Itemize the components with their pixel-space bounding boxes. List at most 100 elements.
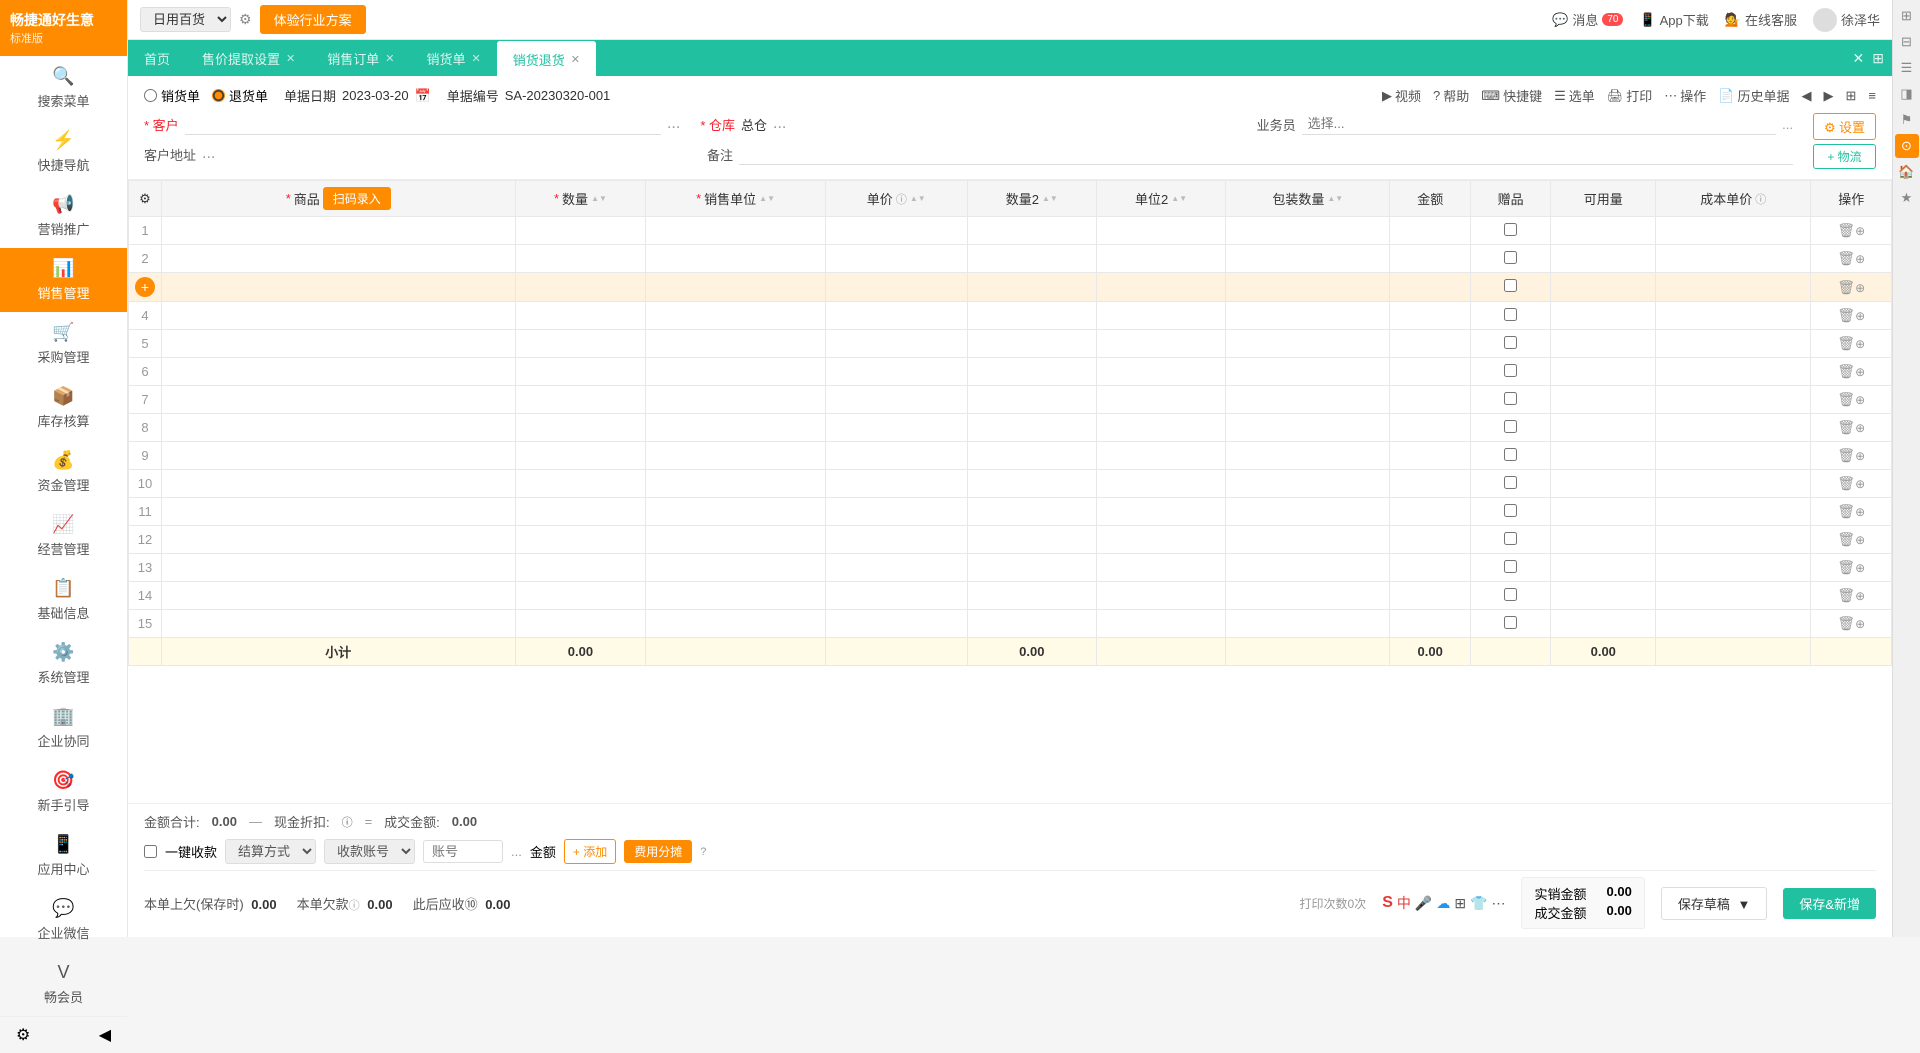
cell-data[interactable] — [1226, 217, 1390, 245]
cell-gift[interactable] — [1470, 582, 1550, 610]
cell-data[interactable] — [1551, 498, 1656, 526]
delete-row-button[interactable]: 🗑 — [1837, 250, 1855, 267]
cell-data[interactable] — [825, 386, 967, 414]
print-btn[interactable]: 🖨 打印 — [1607, 86, 1653, 105]
customer-picker-icon[interactable]: ... — [667, 115, 680, 133]
delete-row-button[interactable]: 🗑 — [1837, 391, 1855, 408]
cell-product[interactable] — [162, 273, 516, 302]
cell-data[interactable] — [825, 526, 967, 554]
customer-input[interactable] — [185, 113, 661, 135]
cell-data[interactable] — [515, 302, 646, 330]
cell-data[interactable] — [515, 273, 646, 302]
gift-checkbox[interactable] — [1504, 251, 1517, 264]
cell-data[interactable] — [515, 386, 646, 414]
shortcut-btn[interactable]: ⌨ 快捷键 — [1481, 86, 1542, 105]
scan-button[interactable]: 扫码录入 — [323, 187, 391, 210]
cost-info-icon[interactable]: ⓘ — [1755, 191, 1766, 207]
cell-data[interactable] — [646, 470, 825, 498]
trial-button[interactable]: 体验行业方案 — [260, 5, 366, 34]
copy-row-button[interactable]: ⊕ — [1855, 224, 1865, 238]
cell-data[interactable] — [1226, 414, 1390, 442]
cell-data[interactable] — [646, 273, 825, 302]
tab-sales-order[interactable]: 销售订单 ✕ — [311, 40, 410, 76]
cell-data[interactable] — [1551, 470, 1656, 498]
save-draft-button[interactable]: 保存草稿 ▼ — [1661, 887, 1768, 920]
cell-data[interactable] — [1390, 498, 1470, 526]
cell-data[interactable] — [1096, 526, 1225, 554]
cell-data[interactable] — [1226, 610, 1390, 638]
note-input[interactable] — [739, 143, 1793, 165]
cell-data[interactable] — [1096, 217, 1225, 245]
cell-data[interactable] — [825, 302, 967, 330]
cell-data[interactable] — [1656, 217, 1811, 245]
cell-data[interactable] — [1390, 470, 1470, 498]
cell-data[interactable] — [646, 414, 825, 442]
rs-icon-5[interactable]: ⚑ — [1895, 108, 1919, 132]
cell-product[interactable] — [162, 330, 516, 358]
cell-data[interactable] — [825, 498, 967, 526]
calc-method-dropdown[interactable]: 结算方式 — [225, 839, 316, 864]
cell-data[interactable] — [515, 554, 646, 582]
cell-data[interactable] — [515, 470, 646, 498]
cell-data[interactable] — [1551, 442, 1656, 470]
sidebar-item-shortcut[interactable]: ⚡ 快捷导航 — [0, 120, 127, 184]
cell-data[interactable] — [1096, 273, 1225, 302]
cell-data[interactable] — [515, 610, 646, 638]
cell-product[interactable] — [162, 582, 516, 610]
cell-product[interactable] — [162, 386, 516, 414]
gift-checkbox[interactable] — [1504, 588, 1517, 601]
cell-data[interactable] — [967, 330, 1096, 358]
account-input[interactable] — [423, 840, 503, 863]
tab-close-sales-delivery[interactable]: ✕ — [472, 52, 481, 65]
account-dropdown[interactable]: 收款账号 — [324, 839, 415, 864]
cell-data[interactable] — [1096, 414, 1225, 442]
cell-product[interactable] — [162, 358, 516, 386]
cell-product[interactable] — [162, 498, 516, 526]
sidebar-item-wechat[interactable]: 💬 企业微信 — [0, 888, 127, 952]
cell-data[interactable] — [646, 442, 825, 470]
split-help-icon[interactable]: ? — [700, 846, 706, 858]
cell-data[interactable] — [1390, 358, 1470, 386]
cell-data[interactable] — [1226, 582, 1390, 610]
tab-price-setting[interactable]: 售价提取设置 ✕ — [186, 40, 311, 76]
tab-minimize-icon[interactable]: ✕ — [1853, 50, 1865, 67]
tab-home[interactable]: 首页 — [128, 40, 186, 76]
delete-row-button[interactable]: 🗑 — [1837, 475, 1855, 492]
copy-row-button[interactable]: ⊕ — [1855, 589, 1865, 603]
cell-data[interactable] — [1656, 358, 1811, 386]
gift-checkbox[interactable] — [1504, 364, 1517, 377]
split-button[interactable]: 费用分摊 — [624, 840, 692, 863]
cell-data[interactable] — [1390, 217, 1470, 245]
cell-product[interactable] — [162, 610, 516, 638]
cell-data[interactable] — [1096, 470, 1225, 498]
discount-info-icon[interactable]: ⓘ — [342, 814, 353, 830]
rs-icon-8[interactable]: ★ — [1895, 186, 1919, 210]
sidebar-item-guide[interactable]: 🎯 新手引导 — [0, 760, 127, 824]
view-grid-icon[interactable]: ≡ — [1868, 88, 1876, 103]
cell-data[interactable] — [967, 217, 1096, 245]
add-row-button[interactable]: + — [135, 277, 155, 297]
sidebar-item-enterprise[interactable]: 🏢 企业协同 — [0, 696, 127, 760]
cell-data[interactable] — [646, 245, 825, 273]
cell-gift[interactable] — [1470, 273, 1550, 302]
cell-data[interactable] — [1096, 554, 1225, 582]
delete-row-button[interactable]: 🗑 — [1837, 222, 1855, 239]
gift-checkbox[interactable] — [1504, 308, 1517, 321]
salesperson-picker-icon[interactable]: ... — [1782, 117, 1793, 132]
gift-checkbox[interactable] — [1504, 448, 1517, 461]
cell-data[interactable] — [1390, 582, 1470, 610]
tab-close-price-setting[interactable]: ✕ — [286, 52, 295, 65]
cell-data[interactable] — [1551, 330, 1656, 358]
cell-data[interactable] — [1390, 273, 1470, 302]
cell-data[interactable] — [1551, 358, 1656, 386]
cell-data[interactable] — [1096, 302, 1225, 330]
select-btn[interactable]: ☰ 选单 — [1554, 86, 1595, 105]
cell-data[interactable] — [1226, 302, 1390, 330]
save-new-button[interactable]: 保存&新增 — [1783, 888, 1876, 919]
sidebar-item-basic[interactable]: 📋 基础信息 — [0, 568, 127, 632]
rs-icon-3[interactable]: ☰ — [1895, 56, 1919, 80]
cell-data[interactable] — [1096, 442, 1225, 470]
copy-row-button[interactable]: ⊕ — [1855, 505, 1865, 519]
cell-data[interactable] — [1551, 610, 1656, 638]
cell-data[interactable] — [1656, 273, 1811, 302]
